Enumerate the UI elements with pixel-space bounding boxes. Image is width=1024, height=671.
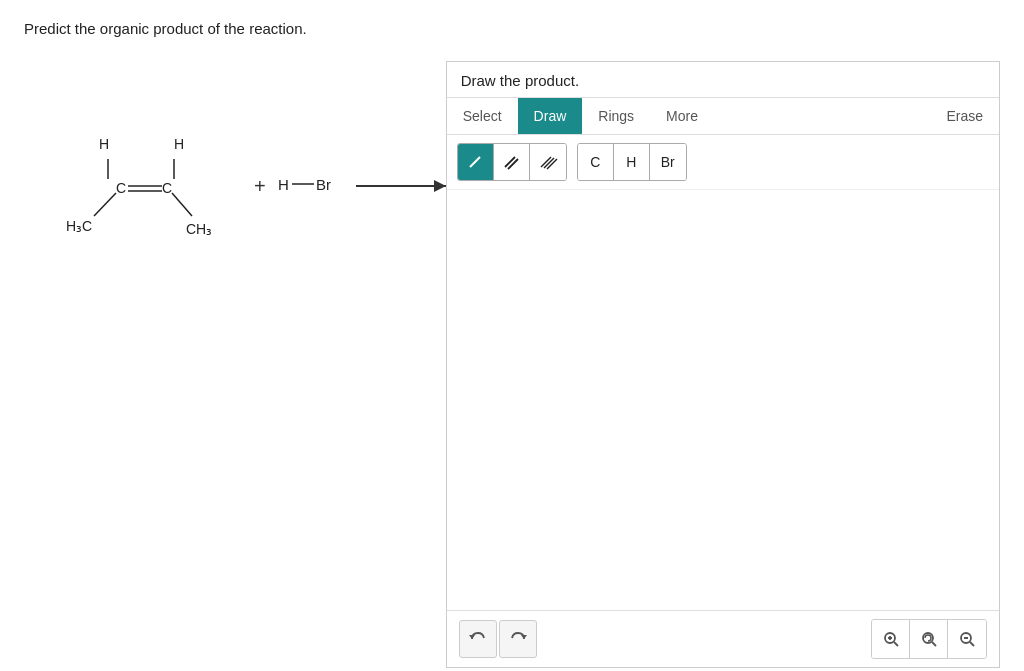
zoom-controls — [871, 619, 987, 659]
bond-button-group — [457, 143, 567, 181]
bottom-left-buttons — [459, 620, 537, 658]
page: Predict the organic product of the react… — [0, 0, 1024, 671]
undo-icon — [469, 630, 487, 648]
svg-text:Br: Br — [316, 176, 331, 193]
svg-line-10 — [172, 193, 192, 216]
hbr-molecule: H Br — [276, 170, 356, 203]
reactant-molecule: H H C C H₃C CH₃ — [44, 121, 244, 251]
double-bond-icon — [501, 153, 521, 171]
undo-button[interactable] — [459, 620, 497, 658]
redo-button[interactable] — [499, 620, 537, 658]
erase-label[interactable]: Erase — [930, 108, 999, 124]
hydrogen-button[interactable]: H — [614, 144, 650, 180]
tab-more[interactable]: More — [650, 98, 714, 134]
svg-line-15 — [470, 157, 480, 167]
svg-line-28 — [932, 642, 936, 646]
carbon-button[interactable]: C — [578, 144, 614, 180]
svg-line-16 — [505, 157, 515, 167]
svg-line-8 — [94, 193, 116, 216]
reaction-arrow — [356, 185, 446, 187]
single-bond-button[interactable] — [458, 144, 494, 180]
zoom-out-icon — [958, 630, 976, 648]
svg-text:C: C — [162, 180, 172, 196]
triple-bond-button[interactable] — [530, 144, 566, 180]
double-bond-button[interactable] — [494, 144, 530, 180]
main-content: H H C C H₃C CH₃ — [24, 61, 1000, 668]
svg-line-31 — [970, 642, 974, 646]
question-text: Predict the organic product of the react… — [24, 20, 1000, 37]
svg-marker-22 — [521, 635, 527, 639]
redo-icon — [509, 630, 527, 648]
tab-draw[interactable]: Draw — [518, 98, 583, 134]
single-bond-icon — [466, 153, 484, 171]
svg-line-26 — [894, 642, 898, 646]
svg-text:H: H — [99, 136, 109, 152]
bottom-toolbar — [447, 610, 999, 667]
zoom-reset-button[interactable] — [910, 620, 948, 658]
molecule-area: H H C C H₃C CH₃ — [24, 61, 446, 251]
svg-text:H: H — [278, 176, 289, 193]
tool-buttons: C H Br — [447, 135, 999, 190]
plus-sign: + — [254, 175, 266, 198]
svg-marker-21 — [469, 635, 475, 639]
draw-panel-title: Draw the product. — [447, 62, 999, 98]
zoom-out-button[interactable] — [948, 620, 986, 658]
element-button-group: C H Br — [577, 143, 687, 181]
bromine-button[interactable]: Br — [650, 144, 686, 180]
toolbar: Select Draw Rings More Erase — [447, 98, 999, 135]
tab-rings[interactable]: Rings — [582, 98, 650, 134]
svg-text:H₃C: H₃C — [66, 218, 92, 234]
zoom-in-button[interactable] — [872, 620, 910, 658]
draw-panel: Draw the product. Select Draw Rings More… — [446, 61, 1000, 668]
svg-line-17 — [508, 159, 518, 169]
zoom-reset-icon — [920, 630, 938, 648]
svg-text:C: C — [116, 180, 126, 196]
zoom-in-icon — [882, 630, 900, 648]
draw-canvas[interactable] — [447, 190, 999, 610]
svg-text:H: H — [174, 136, 184, 152]
triple-bond-icon — [537, 153, 559, 171]
tab-select[interactable]: Select — [447, 98, 518, 134]
svg-text:CH₃: CH₃ — [186, 221, 212, 237]
